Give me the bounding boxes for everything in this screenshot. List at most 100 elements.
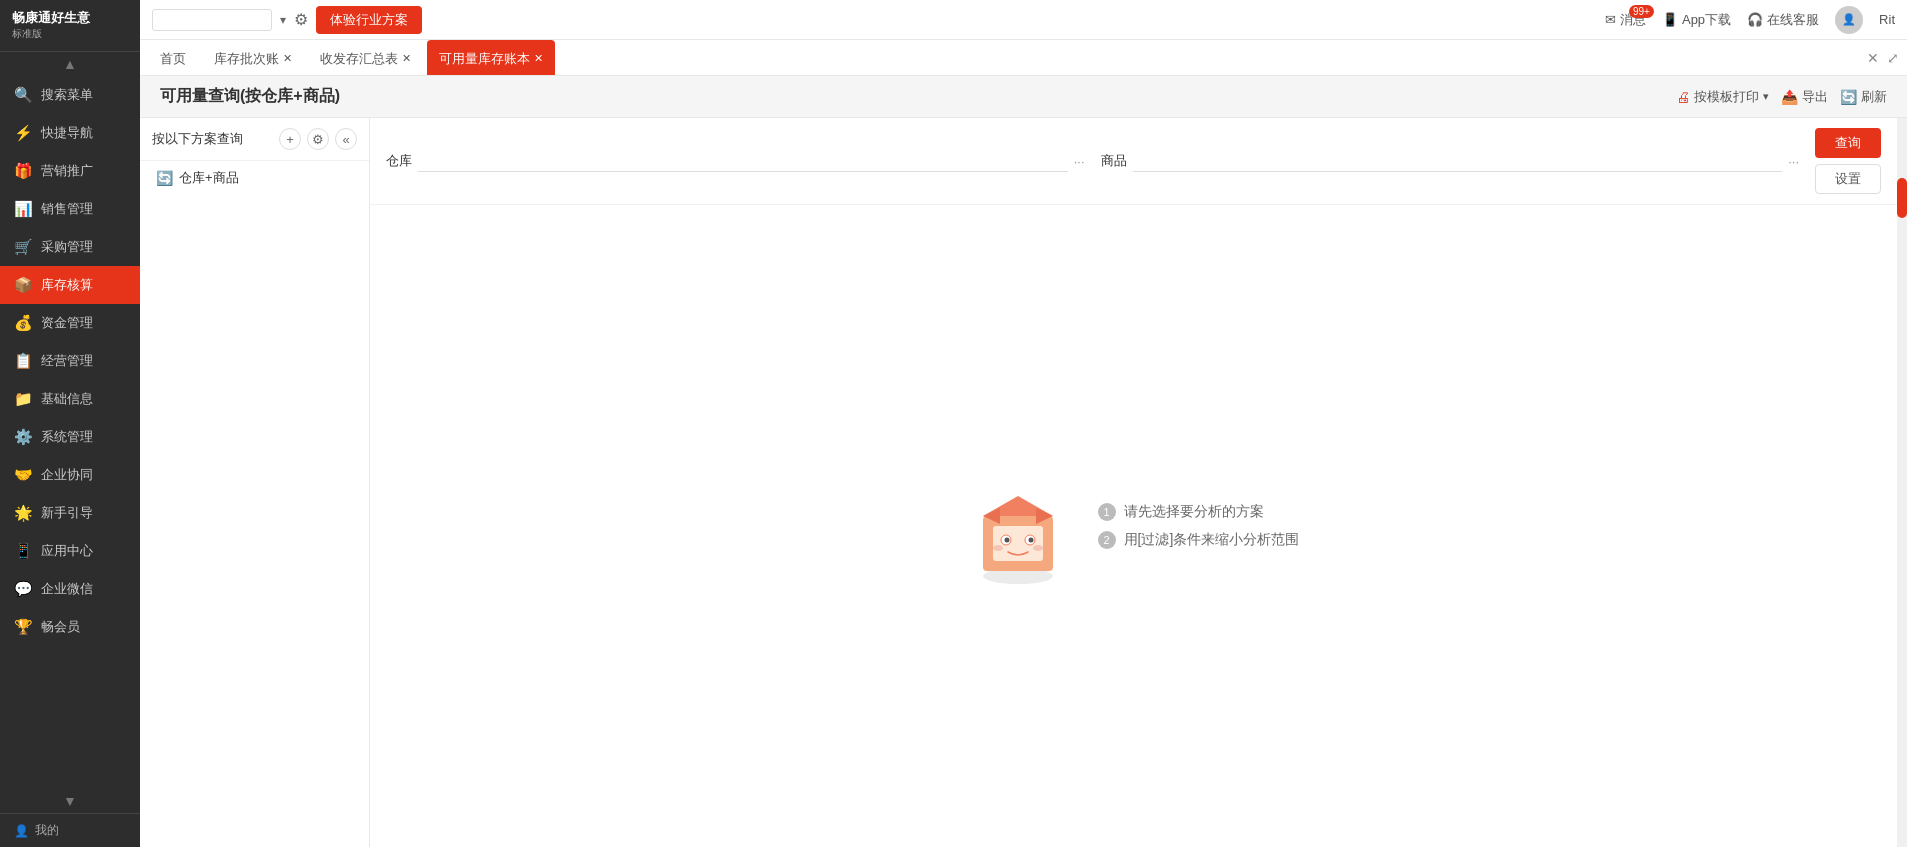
filter-row: 仓库 ··· 商品 ··· 查询 设置 (370, 118, 1897, 205)
page-title: 可用量查询(按仓库+商品) (160, 86, 340, 107)
sidebar-item-inventory[interactable]: 📦 库存核算 (0, 266, 140, 304)
lightning-icon: ⚡ (14, 124, 33, 142)
product-filter-label: 商品 (1101, 152, 1127, 170)
tab-batch-ledger-close[interactable]: ✕ (283, 52, 292, 65)
sidebar-item-search[interactable]: 🔍 搜索菜单 (0, 76, 140, 114)
sidebar-item-shortcut[interactable]: ⚡ 快捷导航 (0, 114, 140, 152)
topbar-gear-icon[interactable]: ⚙ (294, 10, 308, 29)
warehouse-filter-dots[interactable]: ··· (1074, 154, 1085, 169)
sidebar-item-system[interactable]: ⚙️ 系统管理 (0, 418, 140, 456)
box-icon: 📦 (14, 276, 33, 294)
star-icon: 🌟 (14, 504, 33, 522)
sidebar-logo: 畅康通好生意 标准版 (0, 0, 140, 52)
tab-home[interactable]: 首页 (148, 40, 198, 75)
avatar[interactable]: 👤 (1835, 6, 1863, 34)
sidebar-item-member[interactable]: 🏆 畅会员 (0, 608, 140, 646)
sidebar-bottom-icon: 👤 (14, 824, 29, 838)
app-title: 畅康通好生意 (12, 10, 128, 27)
tab-receipt-summary[interactable]: 收发存汇总表 ✕ (308, 40, 423, 75)
schema-item-warehouse-product[interactable]: 🔄 仓库+商品 (140, 161, 369, 195)
empty-state: 1 请先选择要分析的方案 2 用[过滤]条件来缩小分析范围 (370, 205, 1897, 847)
print-icon: 🖨 (1676, 89, 1690, 105)
product-filter-input[interactable] (1133, 150, 1783, 172)
tip-num-1: 1 (1098, 503, 1116, 521)
product-filter-dots[interactable]: ··· (1788, 154, 1799, 169)
folder-icon: 📁 (14, 390, 33, 408)
warehouse-filter-label: 仓库 (386, 152, 412, 170)
sidebar-item-basic[interactable]: 📁 基础信息 (0, 380, 140, 418)
main-content: ▾ ⚙ 体验行业方案 ✉ 消息 99+ 📱 App下载 🎧 在线客服 👤 Rit (140, 0, 1907, 847)
tab-available-ledger[interactable]: 可用量库存账本 ✕ (427, 40, 555, 75)
message-icon: ✉ (1605, 12, 1616, 27)
cart-icon: 🛒 (14, 238, 33, 256)
page-header: 可用量查询(按仓库+商品) 🖨 按模板打印 ▾ 📤 导出 🔄 刷新 (140, 76, 1907, 118)
empty-tip-2: 2 用[过滤]条件来缩小分析范围 (1098, 531, 1300, 549)
gear-icon: ⚙️ (14, 428, 33, 446)
handshake-icon: 🤝 (14, 466, 33, 484)
svg-point-10 (993, 545, 1003, 551)
tab-available-ledger-close[interactable]: ✕ (534, 52, 543, 65)
scroll-up-arrow[interactable]: ▲ (0, 52, 140, 76)
empty-illustration (968, 476, 1068, 576)
right-scrollbar[interactable] (1897, 118, 1907, 847)
schema-icon: 🔄 (156, 170, 173, 186)
sidebar-item-newuser[interactable]: 🌟 新手引导 (0, 494, 140, 532)
trial-button[interactable]: 体验行业方案 (316, 6, 422, 34)
warehouse-filter-input[interactable] (418, 150, 1068, 172)
money-icon: 💰 (14, 314, 33, 332)
topbar-dropdown-arrow[interactable]: ▾ (280, 13, 286, 27)
tip-num-2: 2 (1098, 531, 1116, 549)
warehouse-filter-field: 仓库 ··· (386, 150, 1085, 172)
tab-receipt-summary-close[interactable]: ✕ (402, 52, 411, 65)
mobile-icon: 📱 (14, 542, 33, 560)
filter-btn-group: 查询 设置 (1815, 128, 1881, 194)
left-panel-header: 按以下方案查询 + ⚙ « (140, 118, 369, 161)
export-button[interactable]: 📤 导出 (1781, 88, 1828, 106)
topbar-search (152, 9, 272, 31)
chart-icon: 📊 (14, 200, 33, 218)
tabs-bar: 首页 库存批次账 ✕ 收发存汇总表 ✕ 可用量库存账本 ✕ ✕ ⤢ (140, 40, 1907, 76)
robot-svg (968, 476, 1068, 586)
app-download-button[interactable]: 📱 App下载 (1662, 11, 1731, 29)
sidebar-bottom[interactable]: 👤 我的 (0, 813, 140, 847)
username-label: Rit (1879, 12, 1895, 27)
scrollbar-thumb[interactable] (1897, 178, 1907, 218)
sidebar-item-apps[interactable]: 📱 应用中心 (0, 532, 140, 570)
sidebar-item-sales[interactable]: 📊 销售管理 (0, 190, 140, 228)
collapse-panel-button[interactable]: « (335, 128, 357, 150)
headset-icon: 🎧 (1747, 12, 1763, 27)
print-button[interactable]: 🖨 按模板打印 ▾ (1676, 88, 1769, 106)
tabs-right: ✕ ⤢ (1867, 50, 1899, 66)
tab-batch-ledger[interactable]: 库存批次账 ✕ (202, 40, 304, 75)
expand-icon[interactable]: ⤢ (1887, 50, 1899, 66)
clipboard-icon: 📋 (14, 352, 33, 370)
query-button[interactable]: 查询 (1815, 128, 1881, 158)
sidebar-item-enterprise[interactable]: 🤝 企业协同 (0, 456, 140, 494)
message-button[interactable]: ✉ 消息 99+ (1605, 11, 1646, 29)
svg-point-9 (1028, 538, 1033, 543)
sidebar-item-operations[interactable]: 📋 经营管理 (0, 342, 140, 380)
settings-schema-button[interactable]: ⚙ (307, 128, 329, 150)
add-schema-button[interactable]: + (279, 128, 301, 150)
sidebar-item-finance[interactable]: 💰 资金管理 (0, 304, 140, 342)
trophy-icon: 🏆 (14, 618, 33, 636)
close-window-icon[interactable]: ✕ (1867, 50, 1879, 66)
online-service-button[interactable]: 🎧 在线客服 (1747, 11, 1819, 29)
svg-point-11 (1033, 545, 1043, 551)
settings-button[interactable]: 设置 (1815, 164, 1881, 194)
topbar: ▾ ⚙ 体验行业方案 ✉ 消息 99+ 📱 App下载 🎧 在线客服 👤 Rit (140, 0, 1907, 40)
sidebar-item-marketing[interactable]: 🎁 营销推广 (0, 152, 140, 190)
sidebar-scroll: 🔍 搜索菜单 ⚡ 快捷导航 🎁 营销推广 📊 销售管理 🛒 采购管理 📦 库存核… (0, 76, 140, 789)
wechat-icon: 💬 (14, 580, 33, 598)
refresh-button[interactable]: 🔄 刷新 (1840, 88, 1887, 106)
export-icon: 📤 (1781, 89, 1798, 105)
sidebar-item-purchase[interactable]: 🛒 采购管理 (0, 228, 140, 266)
tip-text-2: 用[过滤]条件来缩小分析范围 (1124, 531, 1300, 549)
schema-label: 仓库+商品 (179, 169, 239, 187)
topbar-search-input[interactable] (152, 9, 272, 31)
print-dropdown-icon[interactable]: ▾ (1763, 90, 1769, 103)
scroll-down-arrow[interactable]: ▼ (0, 789, 140, 813)
gift-icon: 🎁 (14, 162, 33, 180)
topbar-right: ✉ 消息 99+ 📱 App下载 🎧 在线客服 👤 Rit (1605, 6, 1895, 34)
sidebar-item-wechat[interactable]: 💬 企业微信 (0, 570, 140, 608)
